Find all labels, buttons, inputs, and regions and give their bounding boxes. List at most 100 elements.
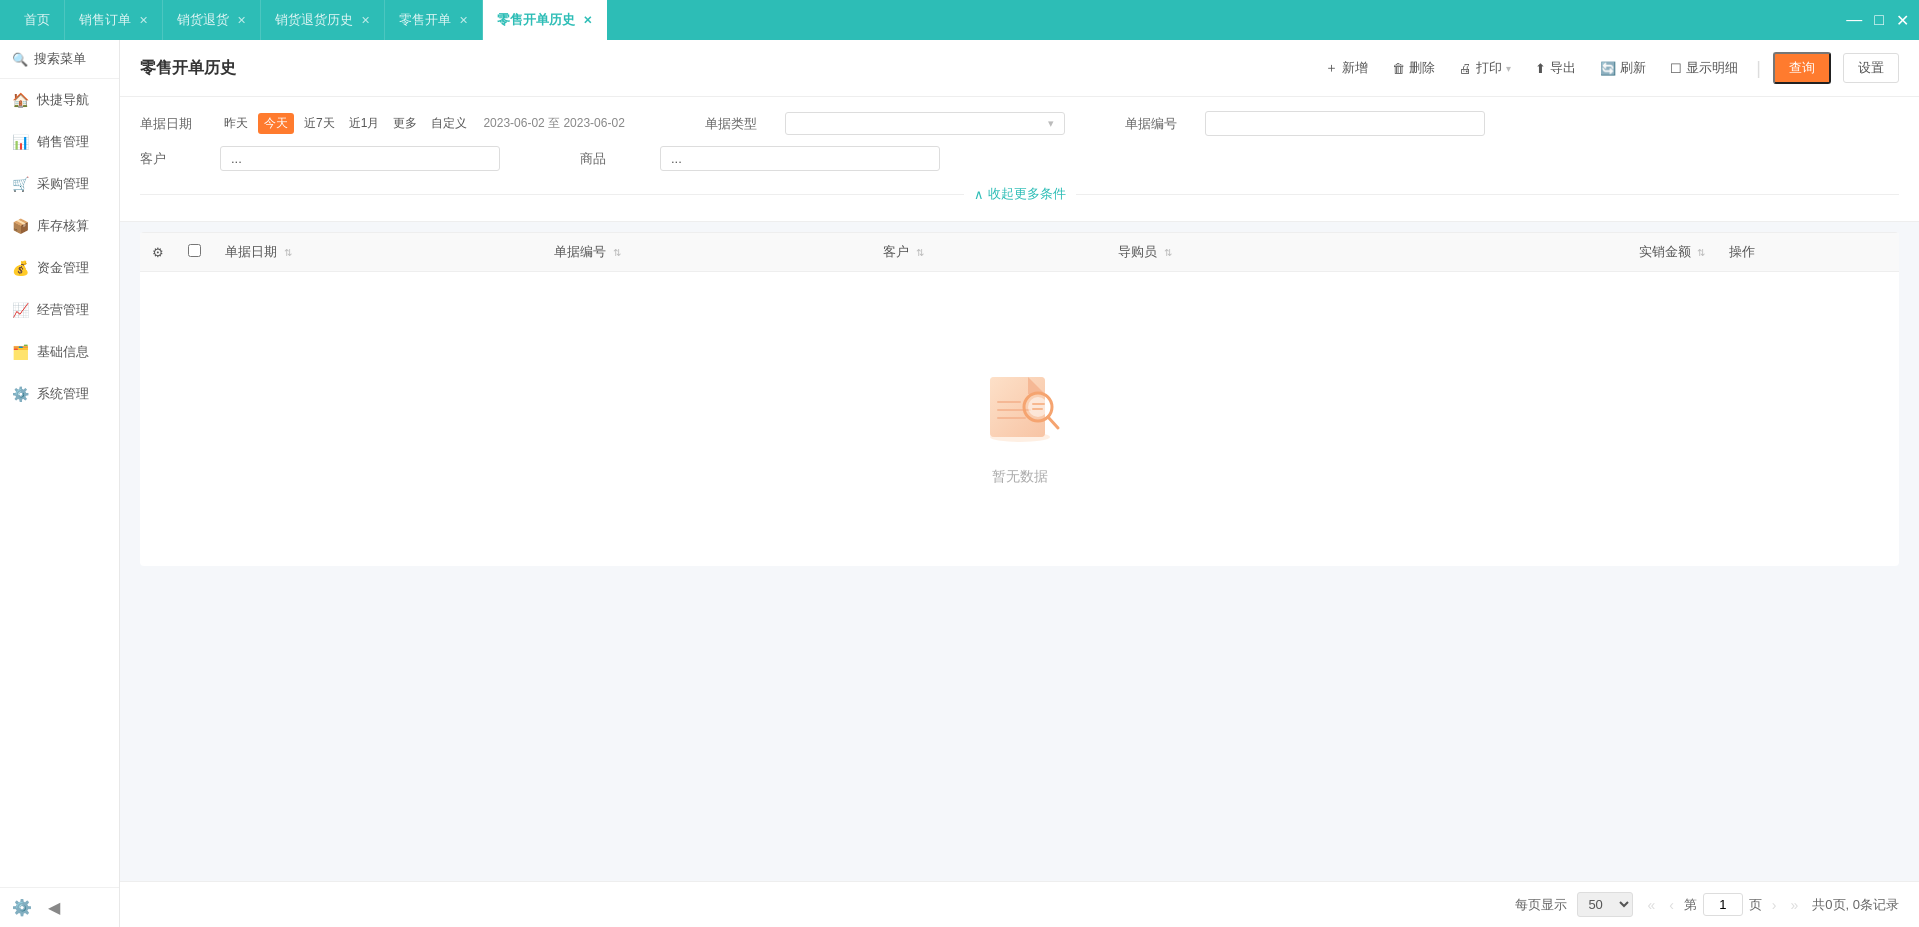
tab-sales-return[interactable]: 销货退货 ✕ [163,0,261,40]
close-btn[interactable]: ✕ [1896,11,1909,30]
date-option-custom[interactable]: 自定义 [427,114,471,133]
tab-retail-open[interactable]: 零售开单 ✕ [385,0,483,40]
add-label: 新增 [1342,59,1368,77]
sidebar-item-base-info[interactable]: 🗂️ 基础信息 [0,331,119,373]
table-area: ⚙ 单据日期 ⇅ 单据编号 ⇅ 客户 ⇅ [120,222,1919,881]
refresh-button[interactable]: 🔄 刷新 [1594,55,1652,81]
th-actions: 操作 [1717,233,1899,272]
prev-page-btn[interactable]: ‹ [1665,895,1678,915]
number-filter-input[interactable] [1205,111,1485,136]
tab-retail-open-history[interactable]: 零售开单历史 ✕ [483,0,607,40]
date-option-1month[interactable]: 近1月 [345,114,384,133]
th-date[interactable]: 单据日期 ⇅ [213,233,542,272]
export-icon: ⬆ [1535,61,1546,76]
delete-label: 删除 [1409,59,1435,77]
page-label-suffix: 页 [1749,896,1762,914]
sales-mgmt-icon: 📊 [12,134,29,150]
sidebar-item-purchase-mgmt[interactable]: 🛒 采购管理 [0,163,119,205]
filter-row-1: 单据日期 昨天 今天 近7天 近1月 更多 自定义 2023-06-02 至 2… [140,111,1899,136]
tab-sales-return-history-close[interactable]: ✕ [361,14,370,27]
sidebar-item-finance[interactable]: 💰 资金管理 [0,247,119,289]
add-icon: ＋ [1325,59,1338,77]
print-chevron-icon: ▾ [1506,63,1511,74]
last-page-btn[interactable]: » [1787,895,1803,915]
sidebar-settings-icon[interactable]: ⚙️ [12,898,32,917]
svg-line-9 [1048,417,1058,428]
sidebar-item-system-label: 系统管理 [37,385,89,403]
filter-more-button[interactable]: ∧ 收起更多条件 [974,181,1066,207]
th-guide[interactable]: 导购员 ⇅ [1106,233,1388,272]
tab-home[interactable]: 首页 [10,0,65,40]
add-button[interactable]: ＋ 新增 [1319,55,1374,81]
next-page-btn[interactable]: › [1768,895,1781,915]
sidebar-item-quick-nav-label: 快捷导航 [37,91,89,109]
tab-retail-open-close[interactable]: ✕ [459,14,468,27]
print-button[interactable]: 🖨 打印 ▾ [1453,55,1517,81]
toolbar-actions: ＋ 新增 🗑 删除 🖨 打印 ▾ ⬆ 导出 🔄 刷 [1319,52,1899,84]
th-checkbox[interactable] [176,233,213,272]
tab-sales-order[interactable]: 销售订单 ✕ [65,0,163,40]
date-option-more[interactable]: 更多 [389,114,421,133]
empty-state-cell: 暂无数据 [140,272,1899,567]
sidebar-collapse-icon[interactable]: ◀ [48,898,60,917]
date-option-today[interactable]: 今天 [258,113,294,134]
page-size-label: 每页显示 [1515,896,1567,914]
empty-state: 暂无数据 [140,272,1899,566]
empty-state-row: 暂无数据 [140,272,1899,567]
table-header-row: ⚙ 单据日期 ⇅ 单据编号 ⇅ 客户 ⇅ [140,233,1899,272]
th-number[interactable]: 单据编号 ⇅ [542,233,871,272]
sidebar-item-inventory[interactable]: 📦 库存核算 [0,205,119,247]
tab-sales-order-close[interactable]: ✕ [139,14,148,27]
goods-filter-select[interactable]: ... [660,146,940,171]
sidebar-search[interactable]: 🔍 搜索菜单 [0,40,119,79]
th-amount[interactable]: 实销金额 ⇅ [1388,233,1717,272]
minimize-btn[interactable]: — [1846,11,1862,29]
sidebar-item-base-info-label: 基础信息 [37,343,89,361]
tab-retail-open-label: 零售开单 [399,11,451,29]
maximize-btn[interactable]: □ [1874,11,1884,29]
page-num-input[interactable] [1703,893,1743,916]
select-all-checkbox[interactable] [188,244,201,257]
delete-button[interactable]: 🗑 删除 [1386,55,1441,81]
th-customer-label: 客户 [883,244,909,259]
tab-retail-open-history-close[interactable]: ✕ [583,14,592,27]
th-settings[interactable]: ⚙ [140,233,176,272]
th-amount-label: 实销金额 [1639,244,1691,259]
svg-point-8 [1028,397,1048,417]
search-icon: 🔍 [12,52,28,67]
sidebar-item-quick-nav[interactable]: 🏠 快捷导航 [0,79,119,121]
filter-more-line-left [140,194,964,195]
page-size-select[interactable]: 20 50 100 [1577,892,1633,917]
operations-icon: 📈 [12,302,29,318]
query-button[interactable]: 查询 [1773,52,1831,84]
display-detail-label: 显示明细 [1686,59,1738,77]
first-page-btn[interactable]: « [1643,895,1659,915]
sidebar-item-system[interactable]: ⚙️ 系统管理 [0,373,119,415]
customer-filter-label: 客户 [140,150,200,168]
sidebar-item-operations[interactable]: 📈 经营管理 [0,289,119,331]
tab-retail-open-history-label: 零售开单历史 [497,11,575,29]
sidebar-item-sales-mgmt[interactable]: 📊 销售管理 [0,121,119,163]
empty-illustration [970,352,1070,452]
display-detail-button[interactable]: ☐ 显示明细 [1664,55,1744,81]
tab-sales-return-close[interactable]: ✕ [237,14,246,27]
th-customer-sort-icon: ⇅ [916,247,924,258]
inventory-icon: 📦 [12,218,29,234]
page-nav: « ‹ 第 页 › » [1643,893,1802,916]
tab-sales-return-history[interactable]: 销货退货历史 ✕ [261,0,385,40]
th-guide-label: 导购员 [1118,244,1157,259]
finance-icon: 💰 [12,260,29,276]
sidebar: 🔍 搜索菜单 🏠 快捷导航 📊 销售管理 🛒 采购管理 📦 库存核算 💰 资金管… [0,40,120,927]
window-controls: — □ ✕ [1846,11,1909,30]
sidebar-bottom: ⚙️ ◀ [0,887,119,927]
sidebar-item-finance-label: 资金管理 [37,259,89,277]
export-button[interactable]: ⬆ 导出 [1529,55,1582,81]
date-option-yesterday[interactable]: 昨天 [220,114,252,133]
th-customer[interactable]: 客户 ⇅ [871,233,1106,272]
filter-row-2: 客户 ... 商品 ... [140,146,1899,171]
settings-button[interactable]: 设置 [1843,53,1899,83]
date-option-7days[interactable]: 近7天 [300,114,339,133]
type-filter-select[interactable]: ▾ [785,112,1065,135]
system-icon: ⚙️ [12,386,29,402]
customer-filter-select[interactable]: ... [220,146,500,171]
